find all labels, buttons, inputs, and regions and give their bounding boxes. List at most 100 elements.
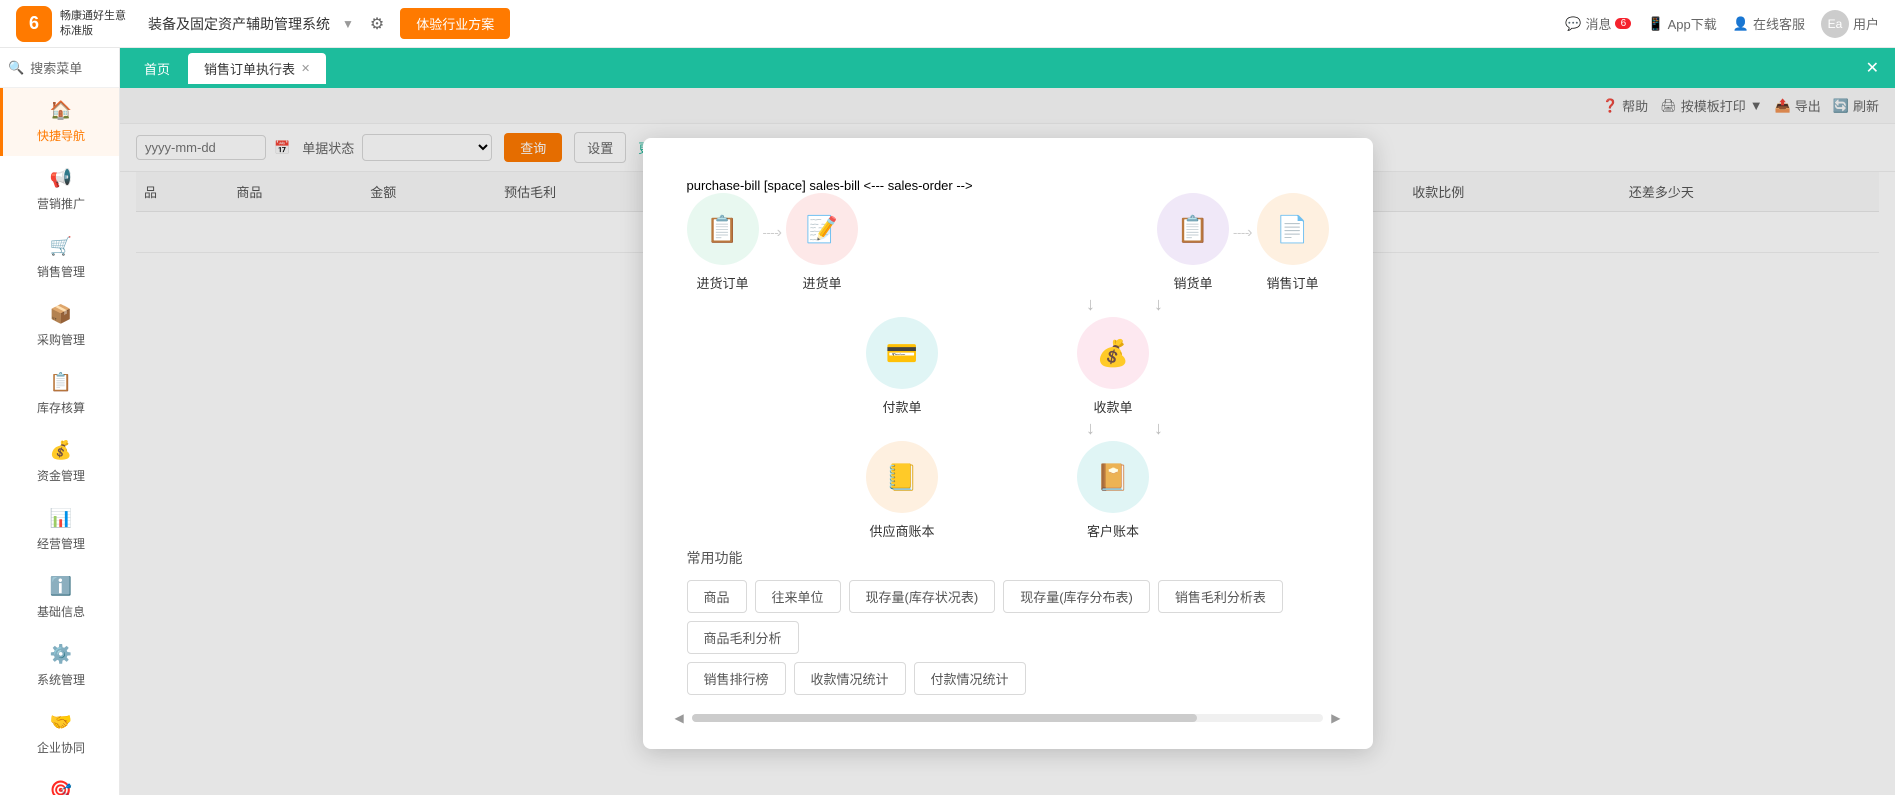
down-arrow-purchase: ↓: [1057, 294, 1125, 315]
btn-sales-ranking[interactable]: 销售排行榜: [687, 662, 786, 695]
search-icon: 🔍: [8, 60, 24, 76]
tab-home[interactable]: 首页: [128, 53, 186, 84]
btn-inventory-dist[interactable]: 现存量(库存分布表): [1003, 580, 1150, 613]
flow-diagram: purchase-bill [space] sales-bill <--- sa…: [667, 162, 1349, 540]
sales-order-icon: 📄: [1257, 193, 1329, 265]
scroll-left-arrow[interactable]: ◀: [671, 711, 688, 725]
sidebar-item-operations[interactable]: 📊 经营管理: [0, 496, 119, 564]
node-sales-bill: 📋 销货单: [1157, 193, 1229, 292]
sidebar-item-basic-info[interactable]: ℹ️ 基础信息: [0, 564, 119, 632]
experience-btn[interactable]: 体验行业方案: [400, 8, 510, 39]
online-service-btn[interactable]: 👤 在线客服: [1733, 14, 1805, 33]
sidebar-search[interactable]: 🔍 搜索菜单: [0, 48, 119, 88]
top-bar-right: 💬 消息 6 📱 App下载 👤 在线客服 Ea 用户: [1565, 10, 1879, 38]
purchase-order-label: 进货订单: [696, 273, 748, 292]
gear-icon[interactable]: ⚙: [366, 10, 388, 38]
node-purchase-bill: 📝 进货单: [786, 193, 858, 292]
user-menu[interactable]: Ea 用户: [1821, 10, 1879, 38]
sidebar-item-new-guide[interactable]: 🎯 新手引导: [0, 768, 119, 795]
system-title: 装备及固定资产辅助管理系统: [148, 14, 330, 34]
system-dropdown-arrow[interactable]: ▼: [342, 17, 354, 31]
sidebar-item-sales[interactable]: 🛒 销售管理: [0, 224, 119, 292]
marketing-icon: 📢: [50, 168, 72, 189]
tab-bar: 首页 销售订单执行表 ✕ ✕: [120, 48, 1895, 88]
scroll-right-arrow[interactable]: ▶: [1327, 711, 1344, 725]
btn-payment-stats[interactable]: 付款情况统计: [914, 662, 1026, 695]
sidebar-item-marketing[interactable]: 📢 营销推广: [0, 156, 119, 224]
top-bar: 6 畅康通好生意 标准版 装备及固定资产辅助管理系统 ▼ ⚙ 体验行业方案 💬 …: [0, 0, 1895, 48]
message-icon: 💬: [1565, 16, 1581, 32]
modal-scrollbar: ◀ ▶: [667, 711, 1349, 725]
tab-sales-order-exec[interactable]: 销售订单执行表 ✕: [188, 53, 326, 84]
sales-bill-label: 销货单: [1174, 273, 1213, 292]
scroll-track: [692, 714, 1324, 722]
sidebar-item-system[interactable]: ⚙️ 系统管理: [0, 632, 119, 700]
sidebar-item-finance[interactable]: 💰 资金管理: [0, 428, 119, 496]
cooperation-icon: 🤝: [50, 712, 72, 733]
btn-sales-profit[interactable]: 销售毛利分析表: [1158, 580, 1283, 613]
new-guide-icon: 🎯: [50, 780, 72, 795]
sidebar-item-inventory[interactable]: 📋 库存核算: [0, 360, 119, 428]
btn-goods[interactable]: 商品: [687, 580, 747, 613]
receipt-bill-icon: 💰: [1077, 317, 1149, 389]
logo-text: 畅康通好生意 标准版: [60, 9, 126, 38]
system-icon: ⚙️: [50, 644, 72, 665]
download-icon: 📱: [1647, 16, 1663, 32]
basic-info-icon: ℹ️: [50, 576, 72, 597]
purchase-icon: 📦: [50, 304, 72, 325]
sidebar: 🔍 搜索菜单 🏠 快捷导航 📢 营销推广 🛒 销售管理 📦 采购管理 📋: [0, 48, 120, 795]
quick-nav-icon: 🏠: [50, 100, 72, 121]
sidebar-item-purchase[interactable]: 📦 采购管理: [0, 292, 119, 360]
inventory-icon: 📋: [50, 372, 72, 393]
node-sales-order: 📄 销售订单: [1257, 193, 1329, 292]
page-content: ❓ 帮助 🖨 按模板打印 ▼ 📤 导出 🔄 刷新: [120, 88, 1895, 795]
customer-account-label: 客户账本: [1087, 521, 1139, 540]
message-btn[interactable]: 💬 消息 6: [1565, 14, 1631, 33]
sidebar-item-cooperation[interactable]: 🤝 企业协同: [0, 700, 119, 768]
sales-order-label: 销售订单: [1266, 273, 1318, 292]
supplier-account-icon: 📒: [866, 441, 938, 513]
node-customer-account: 📔 客户账本: [1077, 441, 1149, 540]
payment-bill-label: 付款单: [882, 397, 921, 416]
app-container: 6 畅康通好生意 标准版 装备及固定资产辅助管理系统 ▼ ⚙ 体验行业方案 💬 …: [0, 0, 1895, 795]
common-btns-row2: 销售排行榜 收款情况统计 付款情况统计: [687, 662, 1329, 695]
service-icon: 👤: [1733, 16, 1749, 32]
content-area: 首页 销售订单执行表 ✕ ✕ ❓ 帮助 🖨 按: [120, 48, 1895, 795]
sidebar-item-quick-nav[interactable]: 🏠 快捷导航: [0, 88, 119, 156]
supplier-account-label: 供应商账本: [869, 521, 934, 540]
tab-close-icon[interactable]: ✕: [301, 62, 310, 75]
node-payment-bill: 💳 付款单: [866, 317, 938, 416]
top-bar-left: 6 畅康通好生意 标准版 装备及固定资产辅助管理系统 ▼ ⚙ 体验行业方案: [16, 6, 510, 42]
btn-receipt-stats[interactable]: 收款情况统计: [794, 662, 906, 695]
logo-area: 6 畅康通好生意 标准版: [16, 6, 136, 42]
app-download-btn[interactable]: 📱 App下载: [1647, 14, 1716, 33]
sales-bill-icon: 📋: [1157, 193, 1229, 265]
message-badge: 6: [1615, 18, 1631, 29]
sales-icon: 🛒: [50, 236, 72, 257]
common-btns-row1: 商品 往来单位 现存量(库存状况表) 现存量(库存分布表) 销售毛利分析表 商品…: [687, 580, 1329, 654]
customer-account-icon: 📔: [1077, 441, 1149, 513]
purchase-bill-label: 进货单: [802, 273, 841, 292]
node-supplier-account: 📒 供应商账本: [866, 441, 938, 540]
btn-goods-profit[interactable]: 商品毛利分析: [687, 621, 799, 654]
btn-inventory-status[interactable]: 现存量(库存状况表): [849, 580, 996, 613]
operations-icon: 📊: [50, 508, 72, 529]
tab-bar-close-icon[interactable]: ✕: [1858, 54, 1887, 82]
purchase-bill-icon: 📝: [786, 193, 858, 265]
receipt-bill-label: 收款单: [1093, 397, 1132, 416]
scroll-controls: ◀ ▶: [671, 711, 1345, 725]
btn-counterpart[interactable]: 往来单位: [755, 580, 841, 613]
purchase-order-icon: 📋: [687, 193, 759, 265]
node-purchase-order: 📋 进货订单: [687, 193, 759, 292]
avatar: Ea: [1821, 10, 1849, 38]
main-area: 🔍 搜索菜单 🏠 快捷导航 📢 营销推广 🛒 销售管理 📦 采购管理 📋: [0, 48, 1895, 795]
node-receipt-bill: 💰 收款单: [1077, 317, 1149, 416]
common-functions-section: 常用功能 商品 往来单位 现存量(库存状况表) 现存量(库存分布表) 销售毛利分…: [667, 548, 1349, 695]
finance-icon: 💰: [50, 440, 72, 461]
down-arrow-payment: ↓: [1057, 418, 1125, 439]
logo-icon: 6: [16, 6, 52, 42]
scroll-thumb[interactable]: [692, 714, 1197, 722]
quick-nav-modal: purchase-bill [space] sales-bill <--- sa…: [643, 138, 1373, 749]
common-functions-title: 常用功能: [687, 548, 1329, 568]
payment-bill-icon: 💳: [866, 317, 938, 389]
